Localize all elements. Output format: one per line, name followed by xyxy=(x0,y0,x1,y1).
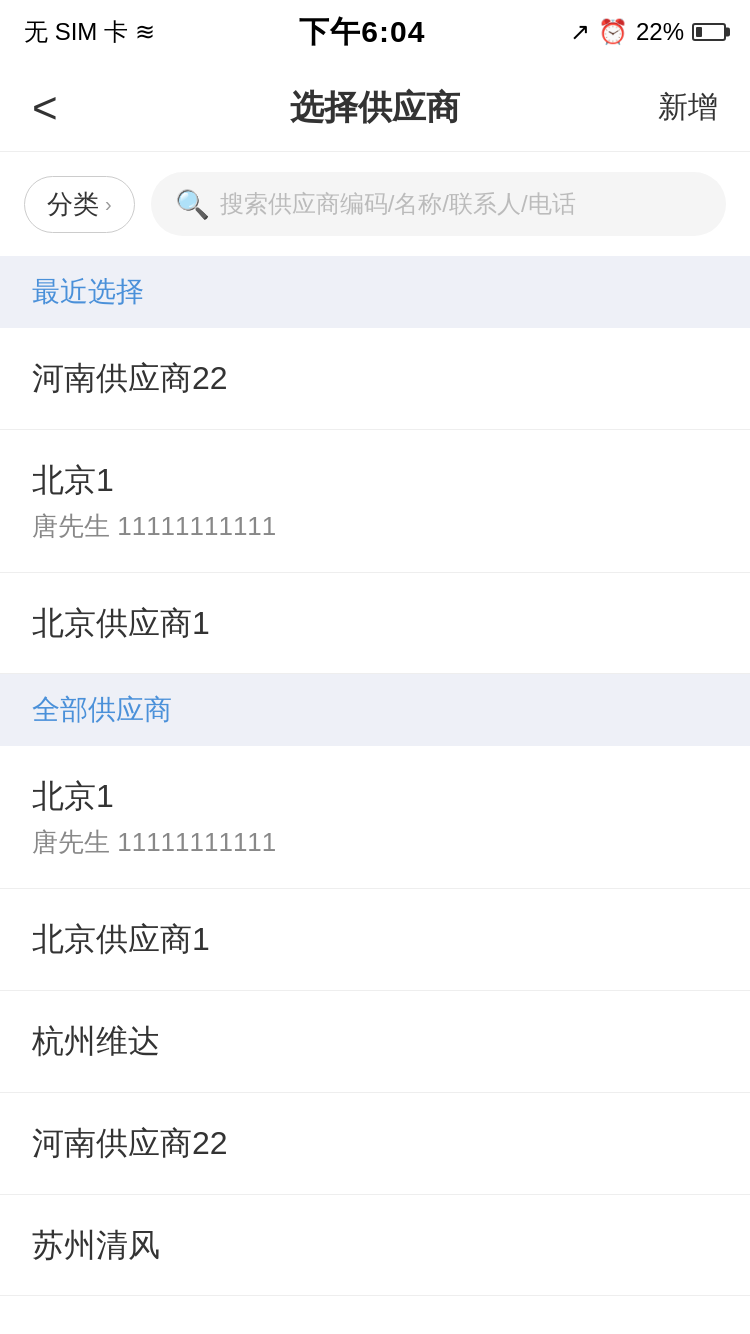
status-right: ↗ ⏰ 22% xyxy=(570,18,726,46)
list-item[interactable]: 河南供应商22 xyxy=(0,328,750,430)
list-item[interactable]: 北京1 唐先生 11111111111 xyxy=(0,430,750,573)
search-icon: 🔍 xyxy=(175,188,210,221)
nav-bar: < 选择供应商 新增 xyxy=(0,64,750,152)
chevron-right-icon: › xyxy=(105,193,112,216)
add-button[interactable]: 新增 xyxy=(658,87,718,128)
supplier-name: 北京1 xyxy=(32,774,718,819)
page-title: 选择供应商 xyxy=(290,85,460,131)
all-section-header: 全部供应商 xyxy=(0,674,750,746)
status-time: 下午6:04 xyxy=(299,12,425,53)
all-section-label: 全部供应商 xyxy=(32,691,172,729)
supplier-name: 北京1 xyxy=(32,458,718,503)
recent-list: 河南供应商22 北京1 唐先生 11111111111 北京供应商1 xyxy=(0,328,750,674)
status-bar: 无 SIM 卡 ≋ 下午6:04 ↗ ⏰ 22% xyxy=(0,0,750,64)
sim-status: 无 SIM 卡 ≋ xyxy=(24,16,155,48)
alarm-icon: ⏰ xyxy=(598,18,628,46)
supplier-name: 河南供应商22 xyxy=(32,356,718,401)
back-button[interactable]: < xyxy=(32,83,92,133)
search-input[interactable]: 🔍 搜索供应商编码/名称/联系人/电话 xyxy=(151,172,726,236)
supplier-name: 杭州维达 xyxy=(32,1019,718,1064)
list-item[interactable]: 北京供应商1 xyxy=(0,573,750,675)
list-item[interactable]: 河南供应商22 xyxy=(0,1093,750,1195)
category-filter[interactable]: 分类 › xyxy=(24,176,135,233)
battery-level: 22% xyxy=(636,18,684,46)
supplier-name: 北京供应商1 xyxy=(32,601,718,646)
supplier-contact: 唐先生 11111111111 xyxy=(32,825,718,860)
search-placeholder: 搜索供应商编码/名称/联系人/电话 xyxy=(220,188,576,220)
list-item[interactable]: 杭州维达 xyxy=(0,991,750,1093)
recent-section-label: 最近选择 xyxy=(32,273,144,311)
recent-section-header: 最近选择 xyxy=(0,256,750,328)
location-icon: ↗ xyxy=(570,18,590,46)
list-item[interactable]: 北京供应商1 xyxy=(0,889,750,991)
supplier-name: 北京供应商1 xyxy=(32,917,718,962)
category-label: 分类 xyxy=(47,187,99,222)
filter-bar: 分类 › 🔍 搜索供应商编码/名称/联系人/电话 xyxy=(0,152,750,256)
battery-icon xyxy=(692,23,726,41)
all-list: 北京1 唐先生 11111111111 北京供应商1 杭州维达河南供应商22 苏州清风 xyxy=(0,746,750,1296)
list-item[interactable]: 苏州清风 xyxy=(0,1195,750,1297)
status-left: 无 SIM 卡 ≋ xyxy=(24,16,155,48)
supplier-name: 河南供应商22 xyxy=(32,1121,718,1166)
list-item[interactable]: 北京1 唐先生 11111111111 xyxy=(0,746,750,889)
supplier-name: 苏州清风 xyxy=(32,1223,718,1268)
supplier-contact: 唐先生 11111111111 xyxy=(32,509,718,544)
